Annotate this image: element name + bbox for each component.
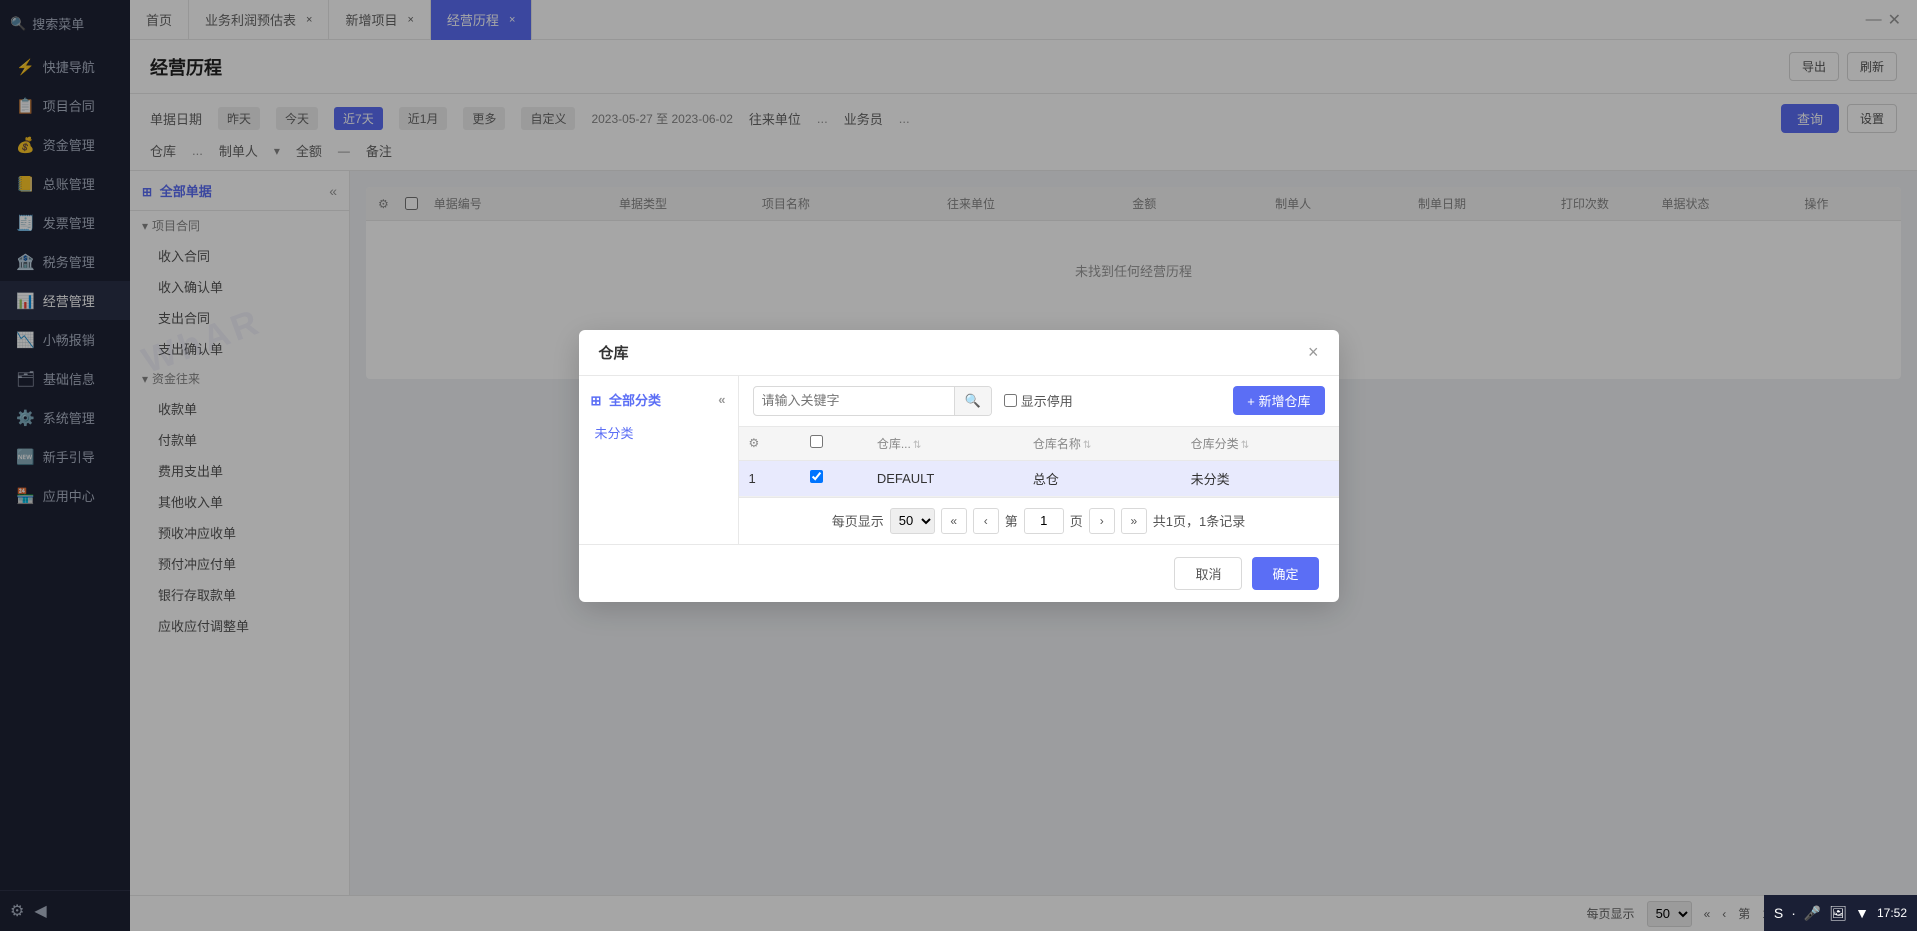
th-code: 仓库...⇅ — [867, 427, 1023, 461]
th-checkbox — [800, 427, 866, 461]
tray-icon-mic[interactable]: 🎤 — [1804, 905, 1821, 922]
tray-icon-filter[interactable]: ▼ — [1855, 905, 1869, 921]
tray-icon-img[interactable]: 🖼 — [1829, 905, 1847, 922]
modal-cancel-btn[interactable]: 取消 — [1174, 557, 1242, 590]
modal-footer: 取消 确定 — [579, 544, 1339, 602]
modal-sidebar: ⊞ 全部分类 « 未分类 — [579, 376, 739, 544]
modal-page-first[interactable]: « — [941, 508, 967, 534]
modal-table-row[interactable]: 1 DEFAULT 总仓 未分类 — [739, 460, 1339, 496]
modal-select-all[interactable] — [810, 435, 823, 448]
add-warehouse-btn[interactable]: + 新增仓库 — [1233, 386, 1324, 415]
show-disabled-checkbox[interactable] — [1004, 394, 1017, 407]
row-category: 未分类 — [1181, 460, 1339, 496]
modal-body: ⊞ 全部分类 « 未分类 🔍 — [579, 376, 1339, 544]
tray-icon-s: S — [1774, 905, 1783, 921]
th-category: 仓库分类⇅ — [1181, 427, 1339, 461]
modal-header: 仓库 × — [579, 330, 1339, 376]
modal-sidebar-unclassified[interactable]: 未分类 — [579, 417, 738, 448]
modal-table: ⚙ 仓库...⇅ 仓库名称⇅ 仓库分类⇅ — [739, 427, 1339, 497]
th-name: 仓库名称⇅ — [1023, 427, 1181, 461]
all-categories-icon: ⊞ — [591, 393, 602, 408]
modal-title: 仓库 — [599, 342, 629, 363]
modal-search-input[interactable] — [754, 393, 954, 408]
row-name: 总仓 — [1023, 460, 1181, 496]
modal-per-page-select[interactable]: 50 — [890, 508, 935, 534]
modal-sidebar-collapse-btn[interactable]: « — [718, 392, 725, 407]
modal-per-page-label: 每页显示 — [832, 511, 884, 530]
modal-page-next[interactable]: › — [1089, 508, 1115, 534]
modal-page-unit: 页 — [1070, 511, 1083, 530]
row-code: DEFAULT — [867, 460, 1023, 496]
tray-icon-dot: · — [1791, 905, 1796, 921]
modal-overlay: 仓库 × ⊞ 全部分类 « 未分类 — [0, 0, 1917, 931]
modal-confirm-btn[interactable]: 确定 — [1252, 557, 1318, 590]
modal-content-area: 🔍 显示停用 + 新增仓库 ⚙ — [739, 376, 1339, 544]
modal-total: 共1页，1条记录 — [1153, 511, 1245, 530]
tray-time: 17:52 — [1877, 906, 1907, 920]
modal-toolbar: 🔍 显示停用 + 新增仓库 — [739, 376, 1339, 427]
modal-page-label: 第 — [1005, 511, 1018, 530]
modal-page-prev[interactable]: ‹ — [973, 508, 999, 534]
row-check-input[interactable] — [810, 470, 823, 483]
modal-page-last[interactable]: » — [1121, 508, 1147, 534]
show-disabled-label[interactable]: 显示停用 — [1004, 391, 1073, 410]
tray-area: S · 🎤 🖼 ▼ 17:52 — [1764, 895, 1917, 931]
modal-search-btn[interactable]: 🔍 — [954, 387, 991, 415]
row-no: 1 — [739, 460, 801, 496]
settings-col-icon[interactable]: ⚙ — [749, 436, 760, 450]
th-settings: ⚙ — [739, 427, 801, 461]
modal-page-input[interactable] — [1024, 508, 1064, 534]
row-checkbox[interactable] — [800, 460, 866, 496]
modal-pagination: 每页显示 50 « ‹ 第 页 › » 共1页，1条记录 — [739, 497, 1339, 544]
modal-sidebar-header: ⊞ 全部分类 « — [579, 386, 738, 417]
warehouse-modal: 仓库 × ⊞ 全部分类 « 未分类 — [579, 330, 1339, 602]
modal-close-btn[interactable]: × — [1308, 342, 1319, 363]
modal-sidebar-title: ⊞ 全部分类 — [591, 390, 662, 409]
modal-search-box: 🔍 — [753, 386, 992, 416]
